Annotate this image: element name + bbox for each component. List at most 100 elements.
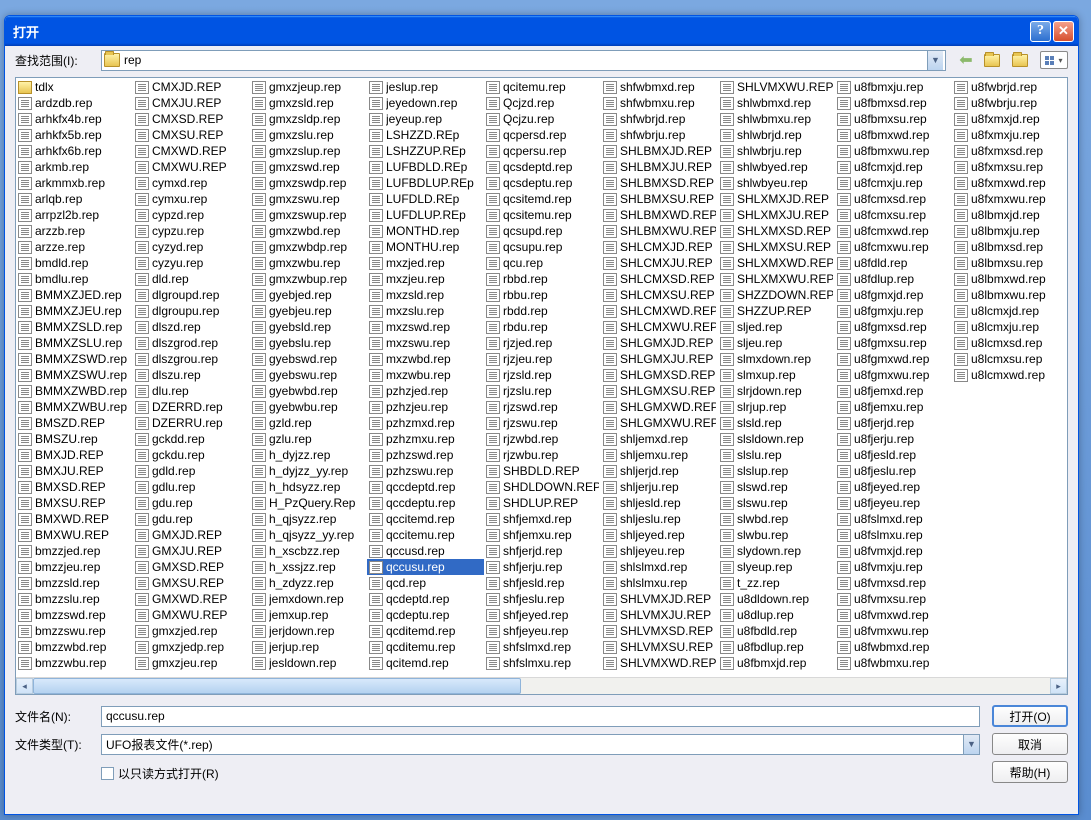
file-item[interactable]: shlslmxu.rep [601, 575, 718, 591]
file-item[interactable]: LUFBDLUP.REp [367, 175, 484, 191]
file-item[interactable]: slrjup.rep [718, 399, 835, 415]
file-item[interactable]: cyzyd.rep [133, 239, 250, 255]
file-item[interactable]: cymxu.rep [133, 191, 250, 207]
file-item[interactable]: arkmb.rep [16, 159, 133, 175]
file-item[interactable]: shfslmxu.rep [484, 655, 601, 671]
file-item[interactable]: SHLXMXJU.REP [718, 207, 835, 223]
file-item[interactable]: BMMXZJED.rep [16, 287, 133, 303]
file-item[interactable]: gyebsld.rep [250, 319, 367, 335]
file-item[interactable]: shfslmxd.rep [484, 639, 601, 655]
file-item[interactable]: shfwbrju.rep [601, 127, 718, 143]
file-item[interactable]: gyebslu.rep [250, 335, 367, 351]
file-item[interactable]: shfwbmxd.rep [601, 79, 718, 95]
file-item[interactable]: SHLBMXSU.REP [601, 191, 718, 207]
file-item[interactable]: BMMXZJEU.rep [16, 303, 133, 319]
file-item[interactable]: MONTHU.rep [367, 239, 484, 255]
file-item[interactable]: u8fxmxjd.rep [952, 111, 1067, 127]
file-item[interactable]: arhkfx5b.rep [16, 127, 133, 143]
file-item[interactable]: u8fcmxjd.rep [835, 159, 952, 175]
file-item[interactable]: mxzwbu.rep [367, 367, 484, 383]
file-item[interactable]: BMXJD.REP [16, 447, 133, 463]
file-item[interactable]: bmzzsld.rep [16, 575, 133, 591]
file-item[interactable]: h_hdsyzz.rep [250, 479, 367, 495]
file-item[interactable]: slswd.rep [718, 479, 835, 495]
file-item[interactable]: qcsupd.rep [484, 223, 601, 239]
file-item[interactable]: LSHZZUP.REp [367, 143, 484, 159]
file-item[interactable]: bmzzslu.rep [16, 591, 133, 607]
file-item[interactable]: qcitemu.rep [484, 79, 601, 95]
file-item[interactable]: u8fwbrjd.rep [952, 79, 1067, 95]
file-item[interactable]: u8fjesld.rep [835, 447, 952, 463]
file-item[interactable]: rbdd.rep [484, 303, 601, 319]
file-item[interactable]: u8fxmxwd.rep [952, 175, 1067, 191]
file-item[interactable]: u8lbmxjd.rep [952, 207, 1067, 223]
file-item[interactable]: u8dlup.rep [718, 607, 835, 623]
file-item[interactable]: rjzwbd.rep [484, 431, 601, 447]
file-item[interactable]: SHLXMXSU.REP [718, 239, 835, 255]
file-item[interactable]: gmxzswup.rep [250, 207, 367, 223]
file-item[interactable]: gyebjeu.rep [250, 303, 367, 319]
file-item[interactable]: u8fbmxwd.rep [835, 127, 952, 143]
file-item[interactable]: dlszd.rep [133, 319, 250, 335]
file-item[interactable]: LSHZZD.REp [367, 127, 484, 143]
file-item[interactable]: qccusu.rep [367, 559, 484, 575]
file-item[interactable]: u8lcmxju.rep [952, 319, 1067, 335]
file-item[interactable]: pzhzmxd.rep [367, 415, 484, 431]
file-item[interactable]: u8fvmxju.rep [835, 559, 952, 575]
file-item[interactable]: jerjup.rep [250, 639, 367, 655]
file-item[interactable]: SHLVMXSD.REP [601, 623, 718, 639]
file-item[interactable]: DZERRU.rep [133, 415, 250, 431]
file-item[interactable]: arhkfx6b.rep [16, 143, 133, 159]
file-item[interactable]: SHLXMXJD.REP [718, 191, 835, 207]
file-item[interactable]: gdu.rep [133, 511, 250, 527]
file-item[interactable]: BMMXZWBD.rep [16, 383, 133, 399]
file-item[interactable]: mxzswd.rep [367, 319, 484, 335]
file-item[interactable]: gmxzsldp.rep [250, 111, 367, 127]
scroll-left-icon[interactable]: ◂ [16, 678, 33, 694]
file-item[interactable]: u8fjerjd.rep [835, 415, 952, 431]
file-item[interactable]: LUFDLD.REp [367, 191, 484, 207]
filename-input[interactable]: qccusu.rep [101, 706, 980, 727]
file-item[interactable]: arkmmxb.rep [16, 175, 133, 191]
titlebar-help-button[interactable]: ? [1030, 21, 1051, 42]
file-item[interactable]: SHLBMXJD.REP [601, 143, 718, 159]
file-item[interactable]: SHLCMXSD.REP [601, 271, 718, 287]
file-item[interactable]: BMMXZSWD.rep [16, 351, 133, 367]
file-item[interactable]: rjzswd.rep [484, 399, 601, 415]
file-item[interactable]: u8lbmxwu.rep [952, 287, 1067, 303]
file-item[interactable]: dlszu.rep [133, 367, 250, 383]
file-item[interactable]: u8fbmxwu.rep [835, 143, 952, 159]
file-item[interactable]: qcditemu.rep [367, 639, 484, 655]
file-item[interactable]: u8fbdlup.rep [718, 639, 835, 655]
file-item[interactable]: shlwbrju.rep [718, 143, 835, 159]
file-item[interactable]: rjzsld.rep [484, 367, 601, 383]
file-item[interactable]: h_xscbzz.rep [250, 543, 367, 559]
file-item[interactable]: shlwbyeu.rep [718, 175, 835, 191]
file-item[interactable]: MONTHD.rep [367, 223, 484, 239]
file-item[interactable]: u8fwbrju.rep [952, 95, 1067, 111]
file-item[interactable]: u8fbmxjd.rep [718, 655, 835, 671]
file-item[interactable]: gmxzjedp.rep [133, 639, 250, 655]
file-item[interactable]: qcsdeptu.rep [484, 175, 601, 191]
file-item[interactable]: SHLGMXJU.REP [601, 351, 718, 367]
file-item[interactable]: gmxzslu.rep [250, 127, 367, 143]
file-item[interactable]: GMXSD.REP [133, 559, 250, 575]
file-item[interactable]: gyebjed.rep [250, 287, 367, 303]
file-item[interactable]: rjzswu.rep [484, 415, 601, 431]
horizontal-scrollbar[interactable]: ◂ ▸ [16, 677, 1067, 694]
file-item[interactable]: BMXWD.REP [16, 511, 133, 527]
file-item[interactable]: shlwbmxu.rep [718, 111, 835, 127]
file-item[interactable]: SHLVMXJU.REP [601, 607, 718, 623]
file-item[interactable]: shfjeslu.rep [484, 591, 601, 607]
file-item[interactable]: SHLCMXWU.REP [601, 319, 718, 335]
file-item[interactable]: qcsitemu.rep [484, 207, 601, 223]
file-item[interactable]: gdu.rep [133, 495, 250, 511]
file-item[interactable]: slyeup.rep [718, 559, 835, 575]
file-item[interactable]: jerjdown.rep [250, 623, 367, 639]
file-item[interactable]: slydown.rep [718, 543, 835, 559]
file-item[interactable]: qccitemu.rep [367, 527, 484, 543]
file-item[interactable]: LUFDLUP.REp [367, 207, 484, 223]
chevron-down-icon[interactable]: ▼ [963, 735, 979, 754]
file-item[interactable]: SHLBMXJU.REP [601, 159, 718, 175]
file-item[interactable]: SHLBMXSD.REP [601, 175, 718, 191]
